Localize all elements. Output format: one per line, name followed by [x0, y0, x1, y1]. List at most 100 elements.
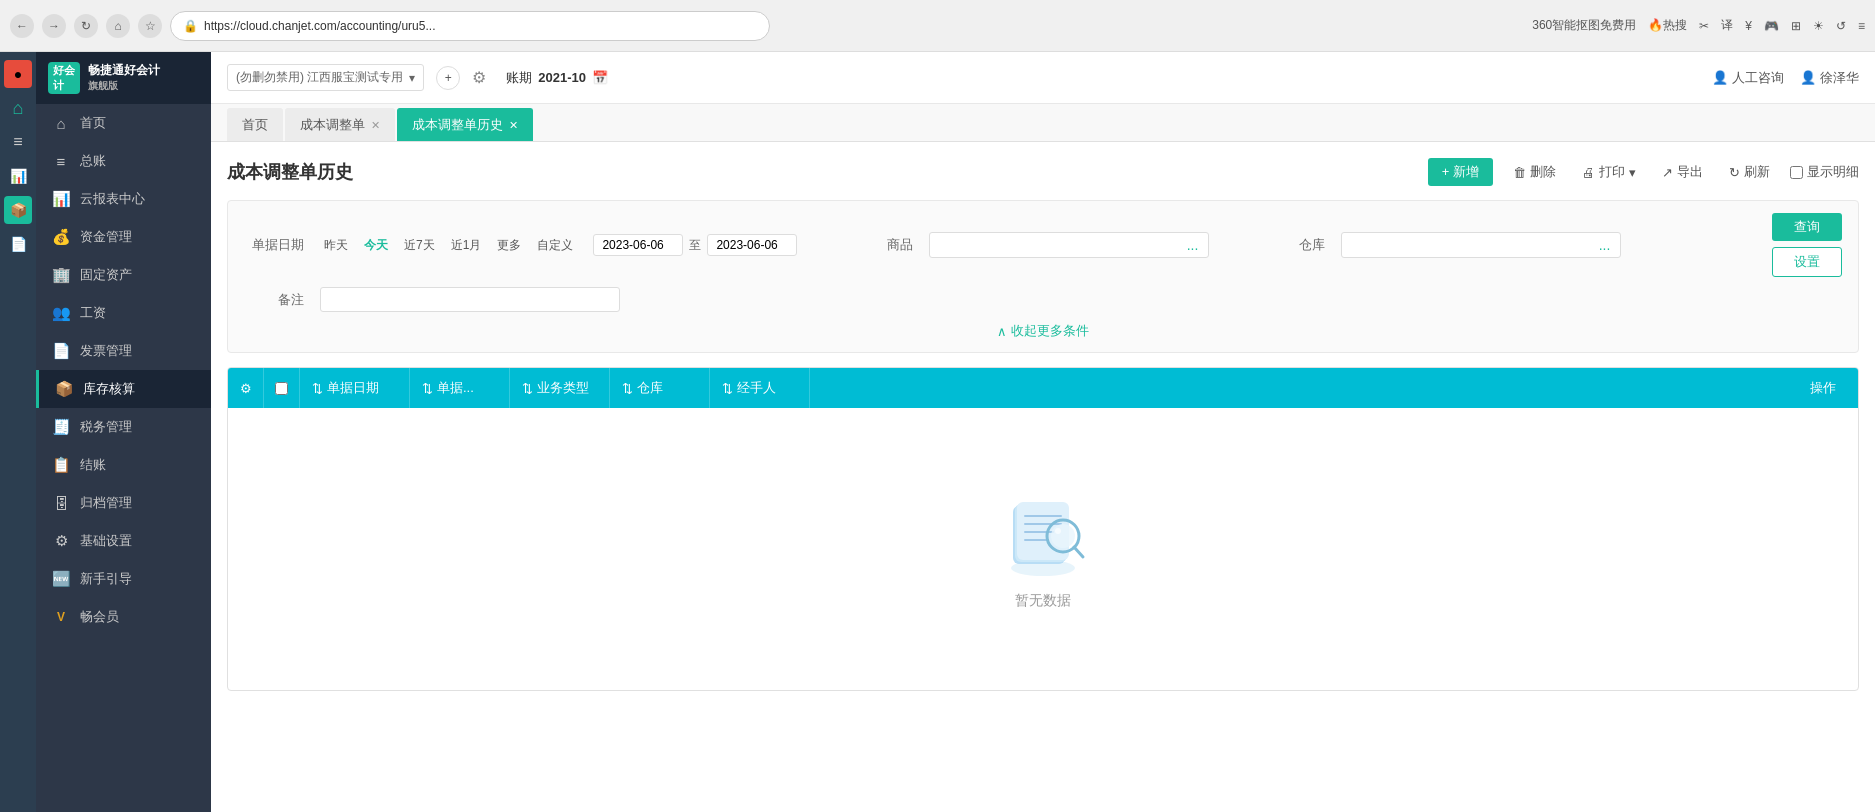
tab-home[interactable]: 首页 [227, 108, 283, 141]
th-date[interactable]: ⇅ 单据日期 [300, 368, 410, 408]
sidebar-item-member[interactable]: V 畅会员 [36, 598, 211, 636]
sidebar-label-guide: 新手引导 [80, 570, 132, 588]
user-service[interactable]: 👤 人工咨询 [1712, 69, 1784, 87]
th-settings[interactable]: ⚙ [228, 368, 264, 408]
th-person[interactable]: ⇅ 经手人 [710, 368, 810, 408]
company-dropdown-icon: ▾ [409, 71, 415, 85]
back-button[interactable]: ← [10, 14, 34, 38]
th-num-label: 单据... [437, 379, 474, 397]
th-num[interactable]: ⇅ 单据... [410, 368, 510, 408]
translate-tool[interactable]: 译 [1721, 17, 1733, 34]
sidebar-item-invoice[interactable]: 📄 发票管理 [36, 332, 211, 370]
sidebar-item-inventory[interactable]: 📦 库存核算 [36, 370, 211, 408]
tab-cost-adjust-history-close[interactable]: ✕ [509, 119, 518, 132]
date-btn-more[interactable]: 更多 [493, 235, 525, 256]
theme-tool[interactable]: ☀ [1813, 19, 1824, 33]
sidebar-label-funds: 资金管理 [80, 228, 132, 246]
print-dropdown-icon: ▾ [1629, 165, 1636, 180]
calendar-icon[interactable]: 📅 [592, 70, 608, 85]
th-type[interactable]: ⇅ 业务类型 [510, 368, 610, 408]
settings-icon: ⚙ [240, 381, 252, 396]
game-tool[interactable]: 🎮 [1764, 19, 1779, 33]
home-button[interactable]: ⌂ [106, 14, 130, 38]
search-hint[interactable]: 360智能抠图免费用 [1532, 17, 1636, 34]
page-header: 成本调整单历史 + 新增 🗑 删除 🖨 打印 ▾ ↗ 导出 [227, 158, 1859, 186]
service-icon: 👤 [1712, 70, 1728, 85]
date-btn-yesterday[interactable]: 昨天 [320, 235, 352, 256]
icon-bar-red[interactable]: ● [4, 60, 32, 88]
date-from-input[interactable] [593, 234, 683, 256]
hot-search[interactable]: 🔥热搜 [1648, 17, 1687, 34]
sidebar-item-fixed-assets[interactable]: 🏢 固定资产 [36, 256, 211, 294]
collapse-label: 收起更多条件 [1011, 322, 1089, 340]
sidebar-item-payroll[interactable]: 👥 工资 [36, 294, 211, 332]
icon-bar-item-active[interactable]: 📦 [4, 196, 32, 224]
sidebar-nav: ⌂ 首页 ≡ 总账 📊 云报表中心 💰 资金管理 🏢 固定资产 👥 工资 [36, 104, 211, 812]
goods-filter-label: 商品 [853, 236, 913, 254]
date-filter-label: 单据日期 [244, 236, 304, 254]
forward-button[interactable]: → [42, 14, 66, 38]
period-label: 账期 [506, 69, 532, 87]
sidebar-item-home[interactable]: ⌂ 首页 [36, 104, 211, 142]
warehouse-selector[interactable]: ... [1341, 232, 1621, 258]
export-label: 导出 [1677, 163, 1703, 181]
add-tab-button[interactable]: + [436, 66, 460, 90]
sidebar-item-closing[interactable]: 📋 结账 [36, 446, 211, 484]
currency-tool[interactable]: ¥ [1745, 19, 1752, 33]
th-warehouse[interactable]: ⇅ 仓库 [610, 368, 710, 408]
icon-bar-item-5[interactable]: 📄 [4, 230, 32, 258]
date-to-input[interactable] [707, 234, 797, 256]
new-button[interactable]: + 新增 [1428, 158, 1493, 186]
period-value: 2021-10 [538, 70, 586, 85]
sidebar-item-guide[interactable]: 🆕 新手引导 [36, 560, 211, 598]
icon-bar-item-2[interactable]: ≡ [4, 128, 32, 156]
sidebar-item-reports[interactable]: 📊 云报表中心 [36, 180, 211, 218]
icon-bar-item-3[interactable]: 📊 [4, 162, 32, 190]
sidebar-item-ledger[interactable]: ≡ 总账 [36, 142, 211, 180]
query-button[interactable]: 查询 [1772, 213, 1842, 241]
settings-button[interactable]: 设置 [1772, 247, 1842, 277]
company-selector[interactable]: (勿删勿禁用) 江西服宝测试专用 ▾ [227, 64, 424, 91]
th-check[interactable] [264, 368, 300, 408]
sidebar-label-ledger: 总账 [80, 152, 106, 170]
delete-label: 删除 [1530, 163, 1556, 181]
refresh-button[interactable]: ↻ [74, 14, 98, 38]
sort-icon-warehouse: ⇅ [622, 381, 633, 396]
show-detail-checkbox[interactable]: 显示明细 [1790, 163, 1859, 181]
undo-tool[interactable]: ↺ [1836, 19, 1846, 33]
sidebar-item-tax[interactable]: 🧾 税务管理 [36, 408, 211, 446]
grid-tool[interactable]: ⊞ [1791, 19, 1801, 33]
collapse-button[interactable]: ∧ 收起更多条件 [997, 322, 1089, 340]
star-button[interactable]: ☆ [138, 14, 162, 38]
top-bar-right: 👤 人工咨询 👤 徐泽华 [1712, 69, 1859, 87]
guide-icon: 🆕 [52, 570, 70, 588]
delete-button[interactable]: 🗑 删除 [1507, 159, 1562, 185]
date-btn-1month[interactable]: 近1月 [447, 235, 486, 256]
user-name[interactable]: 👤 徐泽华 [1800, 69, 1859, 87]
date-btn-today[interactable]: 今天 [360, 235, 392, 256]
date-btn-7days[interactable]: 近7天 [400, 235, 439, 256]
svg-point-11 [1055, 528, 1061, 534]
show-detail-input[interactable] [1790, 166, 1803, 179]
address-bar[interactable]: 🔒 https://cloud.chanjet.com/accounting/u… [170, 11, 770, 41]
print-button[interactable]: 🖨 打印 ▾ [1576, 159, 1642, 185]
sort-icon-type: ⇅ [522, 381, 533, 396]
remark-input[interactable] [320, 287, 620, 312]
sidebar-item-settings[interactable]: ⚙ 基础设置 [36, 522, 211, 560]
th-ops: 操作 [1798, 368, 1858, 408]
date-btn-custom[interactable]: 自定义 [533, 235, 577, 256]
tab-cost-adjust-close[interactable]: ✕ [371, 119, 380, 132]
menu-tool[interactable]: ≡ [1858, 19, 1865, 33]
sidebar-item-funds[interactable]: 💰 资金管理 [36, 218, 211, 256]
settings-gear-icon[interactable]: ⚙ [472, 68, 486, 87]
select-all-checkbox[interactable] [275, 382, 288, 395]
icon-bar-item-1[interactable]: ⌂ [4, 94, 32, 122]
filter-row-remark: 备注 [244, 287, 1842, 312]
sidebar-item-archive[interactable]: 🗄 归档管理 [36, 484, 211, 522]
export-button[interactable]: ↗ 导出 [1656, 159, 1709, 185]
refresh-button[interactable]: ↻ 刷新 [1723, 159, 1776, 185]
scissors-tool[interactable]: ✂ [1699, 19, 1709, 33]
goods-selector[interactable]: ... [929, 232, 1209, 258]
tab-cost-adjust-history[interactable]: 成本调整单历史 ✕ [397, 108, 533, 141]
tab-cost-adjust[interactable]: 成本调整单 ✕ [285, 108, 395, 141]
